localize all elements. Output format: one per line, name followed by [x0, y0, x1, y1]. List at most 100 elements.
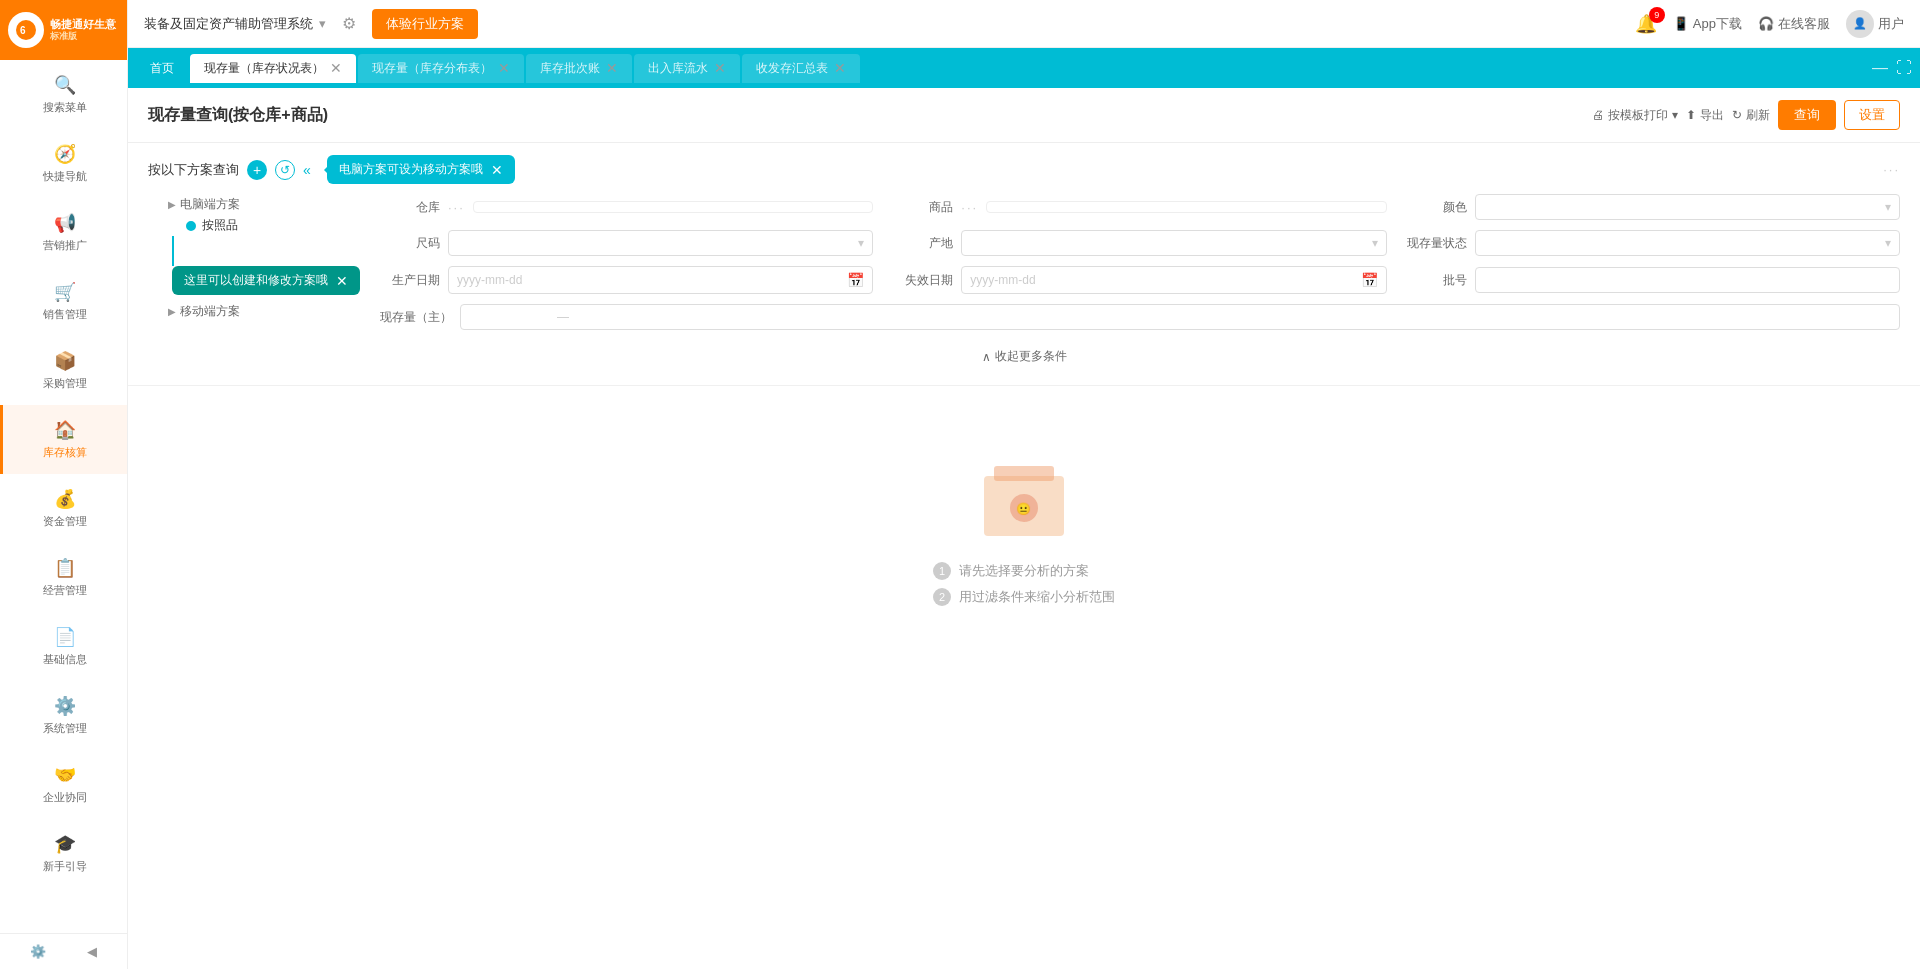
expire-date-calendar-icon[interactable]: 📅	[1361, 272, 1378, 288]
filter-header: 按以下方案查询 + ↺ « 电脑方案可设为移动方案哦 ✕ ···	[148, 155, 1900, 184]
bell-icon[interactable]: 🔔 9	[1635, 13, 1657, 35]
sidebar-item-search[interactable]: 🔍 搜索菜单	[0, 60, 127, 129]
user-avatar-link[interactable]: 👤 用户	[1846, 10, 1904, 38]
sidebar-item-finance[interactable]: 💰 资金管理	[0, 474, 127, 543]
tab-expand-icon[interactable]: ⛶	[1896, 59, 1912, 77]
tab-close-in-out-flow[interactable]: ✕	[714, 60, 726, 76]
sidebar-item-inventory[interactable]: 🏠 库存核算	[0, 405, 127, 474]
goods-input-area[interactable]	[986, 201, 1386, 213]
print-icon: 🖨	[1592, 108, 1604, 122]
mobile-scheme-group[interactable]: ▶ 移动端方案	[168, 301, 360, 322]
export-icon: ⬆	[1686, 108, 1696, 122]
sidebar-item-system[interactable]: ⚙️ 系统管理	[0, 681, 127, 750]
tab-in-out-flow[interactable]: 出入库流水 ✕	[634, 54, 740, 83]
svg-point-0	[16, 20, 36, 40]
warehouse-input-area[interactable]	[473, 201, 873, 213]
tab-recv-ship[interactable]: 收发存汇总表 ✕	[742, 54, 860, 83]
graduation-icon: 🎓	[54, 833, 76, 855]
size-select[interactable]: ▾	[448, 230, 873, 256]
step-num-2: 2	[933, 588, 951, 606]
desktop-scheme-group[interactable]: ▶ 电脑端方案	[168, 194, 360, 215]
expire-date-input[interactable]: yyyy-mm-dd 📅	[961, 266, 1386, 294]
tab-inventory-status[interactable]: 现存量（库存状况表） ✕	[190, 54, 356, 83]
tab-batch-ledger[interactable]: 库存批次账 ✕	[526, 54, 632, 83]
sidebar-item-basic[interactable]: 📄 基础信息	[0, 612, 127, 681]
empty-steps: 1 请先选择要分析的方案 2 用过滤条件来缩小分析范围	[933, 562, 1115, 606]
tab-inventory-dist[interactable]: 现存量（库存分布表） ✕	[358, 54, 524, 83]
filter-dots1[interactable]: ···	[1883, 162, 1900, 177]
expire-date-label: 失效日期	[893, 272, 953, 289]
tab-bar-right: — ⛶	[1872, 59, 1912, 77]
page-header: 现存量查询(按仓库+商品) 🖨 按模板打印 ▾ ⬆ 导出 ↻ 刷新	[128, 88, 1920, 143]
color-select[interactable]: ▾	[1475, 194, 1900, 220]
produce-date-placeholder: yyyy-mm-dd	[457, 273, 522, 287]
sidebar-settings-icon[interactable]: ⚙️	[30, 944, 46, 959]
tab-close-recv-ship[interactable]: ✕	[834, 60, 846, 76]
filter-refresh-button[interactable]: ↺	[275, 160, 295, 180]
settings-button[interactable]: 设置	[1844, 100, 1900, 130]
sidebar-item-quicknav[interactable]: 🧭 快捷导航	[0, 129, 127, 198]
print-dropdown-icon: ▾	[1672, 108, 1678, 122]
range-dash: —	[557, 310, 569, 324]
sidebar-item-purchase[interactable]: 📦 采购管理	[0, 336, 127, 405]
megaphone-icon: 📢	[54, 212, 76, 234]
refresh-button[interactable]: ↻ 刷新	[1732, 107, 1770, 124]
origin-chevron-icon: ▾	[1372, 236, 1378, 250]
money-icon: 💰	[54, 488, 76, 510]
logo-icon: 6	[8, 12, 44, 48]
sidebar-item-sales[interactable]: 🛒 销售管理	[0, 267, 127, 336]
empty-step-1: 1 请先选择要分析的方案	[933, 562, 1115, 580]
batch-no-label: 批号	[1407, 272, 1467, 289]
app-download-link[interactable]: 📱 App下载	[1673, 15, 1742, 33]
tooltip1-close[interactable]: ✕	[491, 162, 503, 178]
sidebar-bottom: ⚙️ ◀	[0, 933, 127, 969]
sidebar-item-guide[interactable]: 🎓 新手引导	[0, 819, 127, 888]
tab-close-batch-ledger[interactable]: ✕	[606, 60, 618, 76]
batch-no-input[interactable]	[1475, 267, 1900, 293]
sidebar-collapse-icon[interactable]: ◀	[87, 944, 97, 959]
sidebar-item-enterprise[interactable]: 🤝 企业协同	[0, 750, 127, 819]
tab-minimize-icon[interactable]: —	[1872, 59, 1888, 77]
filter-back-button[interactable]: «	[303, 162, 311, 178]
cart-icon: 🛒	[54, 281, 76, 303]
produce-date-calendar-icon[interactable]: 📅	[847, 272, 864, 288]
field-stock-status: 现存量状态 ▾	[1407, 230, 1900, 256]
produce-date-input[interactable]: yyyy-mm-dd 📅	[448, 266, 873, 294]
collapse-button[interactable]: ∧ 收起更多条件	[982, 348, 1067, 365]
expand-arrow-mobile: ▶	[168, 306, 176, 317]
tooltip2-close[interactable]: ✕	[336, 273, 348, 289]
search-icon: 🔍	[54, 74, 76, 96]
headset-icon: 🎧	[1758, 16, 1774, 31]
template-print-button[interactable]: 🖨 按模板打印 ▾	[1592, 107, 1678, 124]
search-button[interactable]: 查询	[1778, 100, 1836, 130]
goods-dots[interactable]: ···	[961, 200, 978, 215]
export-button[interactable]: ⬆ 导出	[1686, 107, 1724, 124]
sidebar-item-operations[interactable]: 📋 经营管理	[0, 543, 127, 612]
bell-badge: 9	[1649, 7, 1665, 23]
sidebar-item-marketing[interactable]: 📢 营销推广	[0, 198, 127, 267]
tab-close-inventory-dist[interactable]: ✕	[498, 60, 510, 76]
scheme-name-label: 按照品	[202, 217, 238, 234]
field-produce-date: 生产日期 yyyy-mm-dd 📅	[380, 266, 873, 294]
origin-select[interactable]: ▾	[961, 230, 1386, 256]
field-color: 颜色 ▾	[1407, 194, 1900, 220]
trial-industry-button[interactable]: 体验行业方案	[372, 9, 478, 39]
system-dropdown-icon[interactable]: ▾	[319, 16, 326, 31]
svg-text:6: 6	[20, 25, 26, 36]
settings-gear-btn[interactable]: ⚙	[342, 14, 356, 33]
color-chevron-icon: ▾	[1885, 200, 1891, 214]
tab-home[interactable]: 首页	[136, 54, 188, 83]
filter-add-button[interactable]: +	[247, 160, 267, 180]
tooltip-desktop-scheme: 电脑方案可设为移动方案哦 ✕	[327, 155, 515, 184]
compass-icon: 🧭	[54, 143, 76, 165]
logo-text: 畅捷通好生意 标准版	[50, 17, 116, 43]
stock-qty-from[interactable]	[469, 310, 549, 324]
origin-label: 产地	[893, 235, 953, 252]
stock-qty-to[interactable]	[577, 310, 657, 324]
stock-status-select[interactable]: ▾	[1475, 230, 1900, 256]
online-support-link[interactable]: 🎧 在线客服	[1758, 15, 1830, 33]
collapse-row: ∧ 收起更多条件	[148, 340, 1900, 373]
tab-close-inventory-status[interactable]: ✕	[330, 60, 342, 76]
warehouse-dots[interactable]: ···	[448, 200, 465, 215]
phone-icon: 📱	[1673, 16, 1689, 31]
